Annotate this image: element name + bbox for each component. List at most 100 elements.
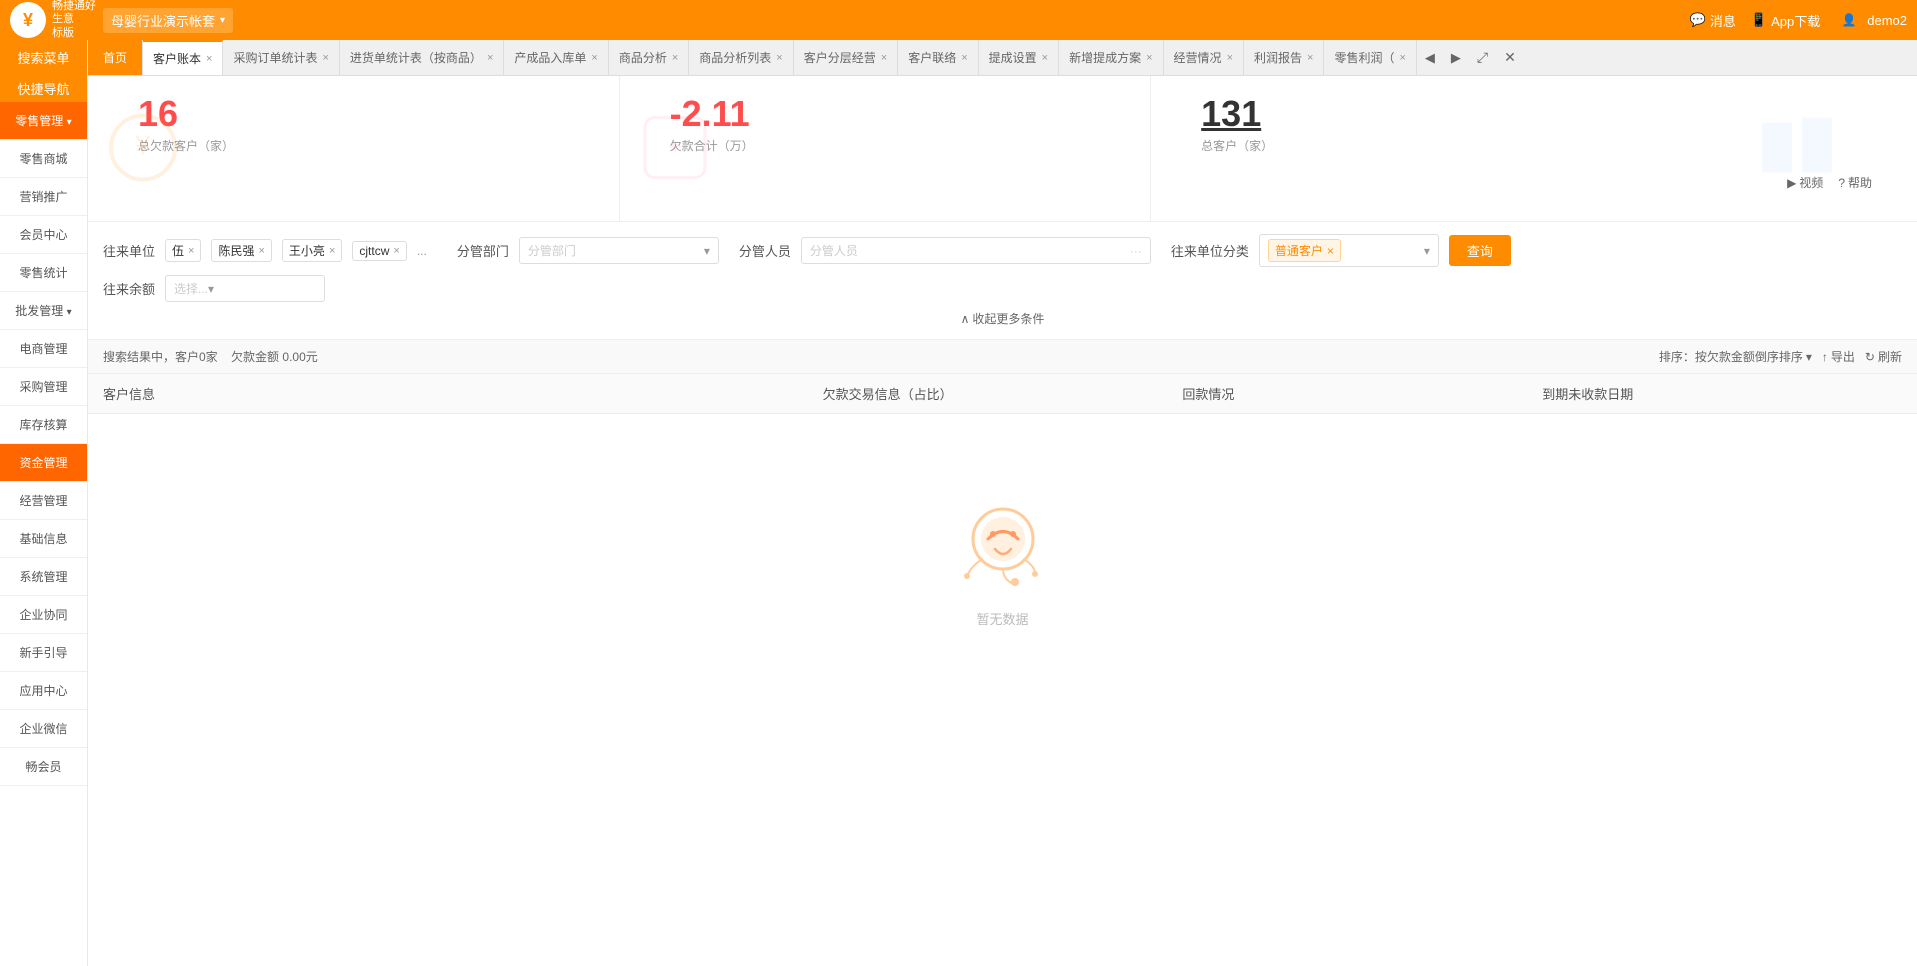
sidebar-item-operations[interactable]: 经营管理 <box>0 482 87 520</box>
close-icon[interactable]: × <box>1146 52 1152 64</box>
close-icon[interactable]: × <box>1327 244 1334 258</box>
tab-customer-contact[interactable]: 客户联络 × <box>898 40 978 75</box>
company-unit-label: 往来单位 <box>103 241 155 260</box>
filter-tag-1[interactable]: 陈民强 × <box>211 239 271 262</box>
quick-nav[interactable]: 快捷导航 <box>0 75 87 102</box>
close-icon[interactable]: × <box>487 52 493 64</box>
tab-purchase-stats[interactable]: 采购订单统计表 × <box>223 40 339 75</box>
sidebar-item-ecommerce[interactable]: 电商管理 <box>0 330 87 368</box>
message-icon: 💬 <box>1690 12 1706 28</box>
stats-row: ¥ 16 总欠款客户（家） ✦ -2.11 欠款合计（万） <box>88 76 1917 222</box>
username: demo2 <box>1867 13 1907 28</box>
close-icon[interactable]: × <box>1307 52 1313 64</box>
help-icon: ? <box>1838 176 1845 190</box>
chevron-down-icon: ▾ <box>704 244 710 258</box>
person-input[interactable]: 分管人员 ··· <box>801 237 1151 264</box>
close-icon[interactable]: × <box>961 52 967 64</box>
logo: ¥ 畅捷通好生意 标版 <box>10 0 98 40</box>
app-download-button[interactable]: 📱 App下载 <box>1751 11 1820 30</box>
refresh-icon: ↻ <box>1865 350 1875 364</box>
close-icon[interactable]: × <box>258 245 264 257</box>
stat-label-total: 总客户（家） <box>1201 137 1273 154</box>
tab-next-button[interactable]: ▶ <box>1443 50 1469 66</box>
tab-incoming-stats[interactable]: 进货单统计表（按商品） × <box>340 40 504 75</box>
tab-bar: 首页 客户账本 × 采购订单统计表 × 进货单统计表（按商品） × 产成品入库单… <box>88 40 1917 76</box>
close-icon[interactable]: × <box>776 52 782 64</box>
close-icon[interactable]: × <box>881 52 887 64</box>
close-icon[interactable]: × <box>1399 52 1405 64</box>
message-button[interactable]: 💬 消息 <box>1690 11 1736 30</box>
sidebar-item-enterprise[interactable]: 企业协同 <box>0 596 87 634</box>
user-profile[interactable]: 👤 demo2 <box>1835 6 1907 34</box>
close-icon[interactable]: × <box>393 245 399 257</box>
sidebar-item-guide[interactable]: 新手引导 <box>0 634 87 672</box>
stat-total-customers: 131 总客户（家） ▶ 视频 ? 帮助 <box>1151 76 1917 221</box>
tab-product-inbound[interactable]: 产成品入库单 × <box>504 40 608 75</box>
close-icon[interactable]: × <box>591 52 597 64</box>
top-right-actions: 💬 消息 📱 App下载 👤 demo2 <box>1690 6 1907 34</box>
filter-tag-3[interactable]: cjttcw × <box>352 241 406 261</box>
residual-label: 往来余额 <box>103 279 155 298</box>
sidebar-item-inventory[interactable]: 库存核算 <box>0 406 87 444</box>
tab-more-button[interactable]: ◀ <box>1417 50 1443 66</box>
download-icon: 📱 <box>1751 12 1767 28</box>
sidebar-item-retail-mall[interactable]: 零售商城 <box>0 140 87 178</box>
more-icon[interactable]: ··· <box>1130 244 1142 258</box>
avatar: 👤 <box>1835 6 1863 34</box>
export-button[interactable]: ↑ 导出 <box>1822 348 1855 365</box>
tab-retail-profit[interactable]: 零售利润（ × <box>1324 40 1416 75</box>
sidebar-item-system[interactable]: 系统管理 <box>0 558 87 596</box>
filter-more[interactable]: ... <box>417 244 427 258</box>
help-link[interactable]: ? 帮助 <box>1838 174 1872 191</box>
sidebar-item-app-center[interactable]: 应用中心 <box>0 672 87 710</box>
close-icon[interactable]: × <box>206 53 212 65</box>
col-customer-info: 客户信息 <box>103 384 823 403</box>
search-menu[interactable]: 搜索菜单 <box>0 40 87 75</box>
refresh-button[interactable]: ↻ 刷新 <box>1865 348 1902 365</box>
close-icon[interactable]: × <box>322 52 328 64</box>
export-icon: ↑ <box>1822 350 1828 364</box>
sidebar-item-purchase[interactable]: 采购管理 <box>0 368 87 406</box>
sidebar-item-marketing[interactable]: 营销推广 <box>0 178 87 216</box>
tab-product-analysis[interactable]: 商品分析 × <box>609 40 689 75</box>
sidebar-item-member-center[interactable]: 会员中心 <box>0 216 87 254</box>
collapse-filter-button[interactable]: ∧ 收起更多条件 <box>961 310 1045 327</box>
sidebar-item-basic-info[interactable]: 基础信息 <box>0 520 87 558</box>
close-icon[interactable]: × <box>188 245 194 257</box>
tab-new-commission[interactable]: 新增提成方案 × <box>1059 40 1163 75</box>
svg-text:✦: ✦ <box>665 134 683 159</box>
dept-select[interactable]: 分管部门 ▾ <box>519 237 719 264</box>
tab-business[interactable]: 经营情况 × <box>1164 40 1244 75</box>
tab-product-analysis-list[interactable]: 商品分析列表 × <box>689 40 793 75</box>
classification-select[interactable]: 普通客户 × ▾ <box>1259 234 1439 267</box>
close-all-button[interactable]: ✕ <box>1496 49 1524 66</box>
company-selector[interactable]: 母婴行业演示帐套 ▾ <box>103 8 233 33</box>
svg-text:¥: ¥ <box>134 129 151 160</box>
empty-text: 暂无数据 <box>976 609 1028 628</box>
close-icon[interactable]: × <box>1042 52 1048 64</box>
residual-select[interactable]: 选择... ▾ <box>165 275 325 302</box>
sidebar-item-retail-stats[interactable]: 零售统计 <box>0 254 87 292</box>
tab-customer-layer[interactable]: 客户分层经营 × <box>794 40 898 75</box>
tab-profit-report[interactable]: 利润报告 × <box>1244 40 1324 75</box>
tab-home[interactable]: 首页 <box>88 40 143 75</box>
tab-commission-setting[interactable]: 提成设置 × <box>979 40 1059 75</box>
search-result-text: 搜索结果中，客户0家 欠款金额 0.00元 <box>103 348 318 365</box>
filter-tag-2[interactable]: 王小亮 × <box>282 239 342 262</box>
maximize-button[interactable]: ⤢ <box>1469 49 1496 66</box>
tab-customer-ledger[interactable]: 客户账本 × <box>143 40 223 75</box>
sidebar-item-member[interactable]: 畅会员 <box>0 748 87 786</box>
dept-label: 分管部门 <box>457 241 509 260</box>
sidebar-item-finance[interactable]: 资金管理 <box>0 444 87 482</box>
query-button[interactable]: 查询 <box>1449 235 1511 266</box>
close-icon[interactable]: × <box>1227 52 1233 64</box>
sidebar-item-wholesale-mgmt[interactable]: 批发管理 ▾ <box>0 292 87 330</box>
sidebar-item-retail-mgmt[interactable]: 零售管理 ▾ <box>0 102 87 140</box>
close-icon[interactable]: × <box>329 245 335 257</box>
sort-select[interactable]: 排序：按欠款金额倒序排序 ▾ <box>1659 348 1812 365</box>
filter-tag-0[interactable]: 伍 × <box>165 239 201 262</box>
person-label: 分管人员 <box>739 241 791 260</box>
sidebar-item-wechat[interactable]: 企业微信 <box>0 710 87 748</box>
close-icon[interactable]: × <box>672 52 678 64</box>
table-header: 客户信息 欠款交易信息（占比） 回款情况 到期未收款日期 <box>88 374 1917 414</box>
